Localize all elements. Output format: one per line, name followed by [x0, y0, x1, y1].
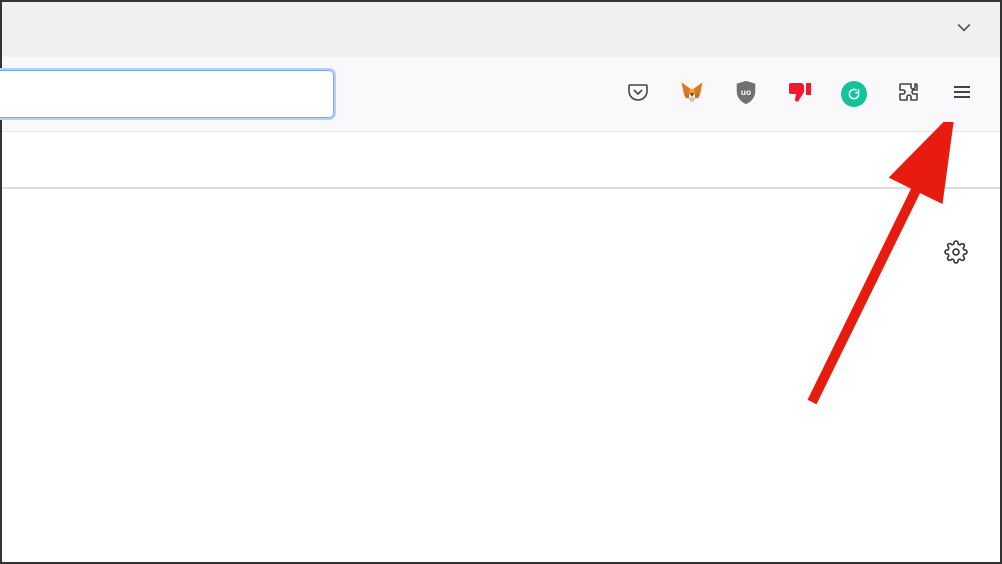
metamask-button[interactable] — [676, 78, 708, 110]
browser-toolbar: uo — [2, 57, 1000, 132]
hamburger-menu-button[interactable] — [946, 78, 978, 110]
ublock-button[interactable]: uo — [730, 78, 762, 110]
hamburger-menu-icon — [950, 80, 974, 109]
thumbs-down-button[interactable] — [784, 78, 816, 110]
page-settings-button[interactable] — [940, 238, 972, 270]
extensions-menu-button[interactable] — [892, 78, 924, 110]
grammarly-button[interactable] — [838, 78, 870, 110]
tab-list-dropdown[interactable] — [950, 16, 978, 44]
extensions-puzzle-icon — [896, 80, 920, 109]
grammarly-icon — [841, 81, 867, 107]
pocket-icon — [626, 80, 650, 109]
address-bar[interactable] — [0, 70, 334, 118]
toolbar-icons: uo — [622, 78, 978, 110]
ublock-origin-icon: uo — [734, 79, 758, 110]
pocket-button[interactable] — [622, 78, 654, 110]
svg-text:uo: uo — [741, 86, 751, 96]
annotation-arrow — [792, 122, 962, 412]
tabs-bar — [2, 2, 1000, 57]
page-divider — [2, 187, 1000, 189]
thumbs-down-icon — [787, 80, 813, 109]
gear-icon — [944, 240, 968, 269]
metamask-icon — [679, 79, 705, 110]
chevron-down-icon — [954, 17, 974, 42]
